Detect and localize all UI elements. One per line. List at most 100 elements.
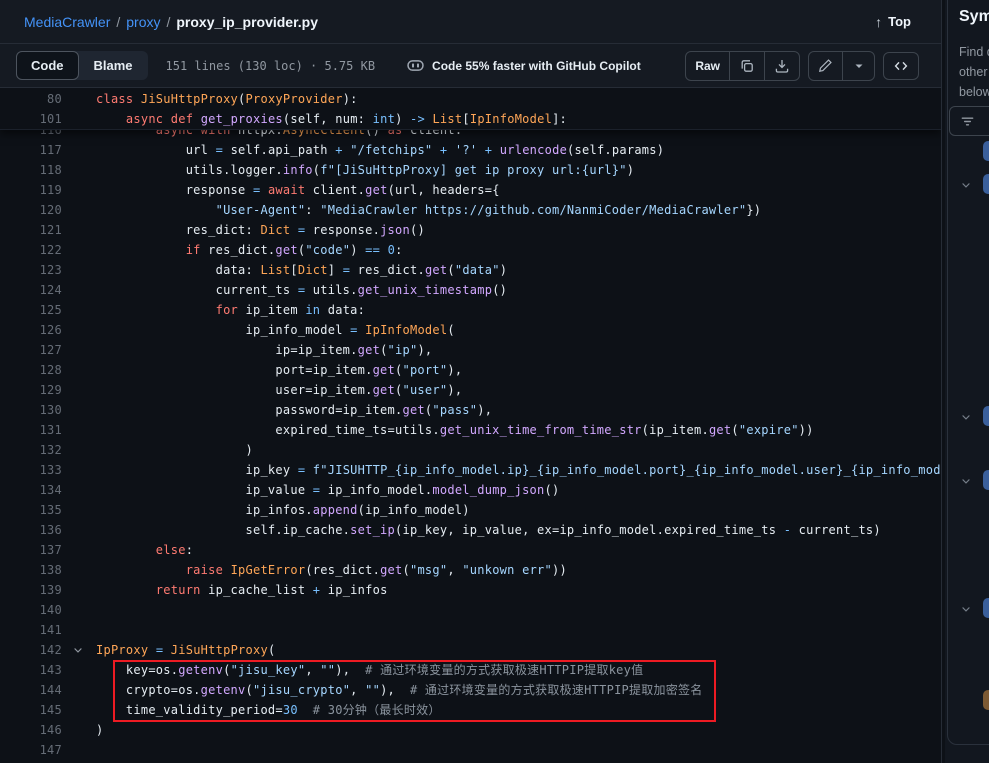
code-line: 120 "User-Agent": "MediaCrawler https://…	[0, 200, 941, 220]
code-line: 126 ip_info_model = IpInfoModel(	[0, 320, 941, 340]
line-number[interactable]: 136	[0, 520, 62, 540]
line-number[interactable]: 120	[0, 200, 62, 220]
code-line: 130 password=ip_item.get("pass"),	[0, 400, 941, 420]
symbol-kind-badge[interactable]	[983, 690, 989, 710]
code-line: 136 self.ip_cache.set_ip(ip_key, ip_valu…	[0, 520, 941, 540]
code-lines: 116 async with httpx.AsyncClient() as cl…	[0, 120, 941, 760]
chevron-down-icon[interactable]	[960, 410, 972, 428]
line-number[interactable]: 125	[0, 300, 62, 320]
line-number[interactable]: 127	[0, 340, 62, 360]
copy-raw-button[interactable]	[729, 52, 764, 80]
line-number[interactable]: 145	[0, 700, 62, 720]
code-text: utils.logger.info(f"[JiSuHttpProxy] get …	[96, 163, 634, 177]
raw-button[interactable]: Raw	[686, 52, 729, 80]
code-line: 101 async def get_proxies(self, num: int…	[0, 109, 941, 129]
sticky-scope-header: 80 class JiSuHttpProxy(ProxyProvider): 101…	[0, 88, 941, 130]
line-number[interactable]: 128	[0, 360, 62, 380]
code-symbols-icon	[893, 58, 909, 74]
edit-dropdown-button[interactable]	[842, 52, 874, 80]
line-number[interactable]: 118	[0, 160, 62, 180]
code-line: 143 key=os.getenv("jisu_key", ""), # 通过环…	[0, 660, 941, 680]
line-number[interactable]: 141	[0, 620, 62, 640]
breadcrumb-repo-link[interactable]: MediaCrawler	[24, 14, 110, 30]
line-number[interactable]: 133	[0, 460, 62, 480]
download-raw-button[interactable]	[764, 52, 799, 80]
code-line: 146)	[0, 720, 941, 740]
fold-toggle-icon[interactable]	[68, 640, 88, 660]
line-number[interactable]: 134	[0, 480, 62, 500]
line-number[interactable]: 135	[0, 500, 62, 520]
symbols-pane-toggle-button[interactable]	[883, 52, 919, 80]
line-number[interactable]: 130	[0, 400, 62, 420]
chevron-down-icon[interactable]	[960, 474, 972, 492]
code-text: user=ip_item.get("user"),	[96, 383, 462, 397]
code-line: 119 response = await client.get(url, hea…	[0, 180, 941, 200]
download-icon	[774, 58, 790, 74]
code-text: ip_info_model = IpInfoModel(	[96, 323, 455, 337]
symbol-kind-badge[interactable]	[983, 406, 989, 426]
github-file-view: MediaCrawler / proxy / proxy_ip_provider…	[0, 0, 989, 763]
breadcrumb-file-name: proxy_ip_provider.py	[176, 14, 318, 30]
breadcrumb-folder-link[interactable]: proxy	[126, 14, 160, 30]
chevron-down-icon[interactable]	[960, 602, 972, 620]
line-number[interactable]: 117	[0, 140, 62, 160]
code-text: ip_infos.append(ip_info_model)	[96, 503, 470, 517]
line-number[interactable]: 147	[0, 740, 62, 760]
code-line: 80 class JiSuHttpProxy(ProxyProvider):	[0, 89, 941, 109]
code-text: if res_dict.get("code") == 0:	[96, 243, 403, 257]
symbol-row	[945, 600, 989, 620]
code-text: url = self.api_path + "/fetchips" + '?' …	[96, 143, 664, 157]
tab-code[interactable]: Code	[16, 51, 79, 80]
copilot-icon	[407, 57, 424, 74]
line-number[interactable]: 122	[0, 240, 62, 260]
code-line: 127 ip=ip_item.get("ip"),	[0, 340, 941, 360]
filter-symbols-input[interactable]	[949, 106, 989, 136]
code-line: 135 ip_infos.append(ip_info_model)	[0, 500, 941, 520]
back-to-top-button[interactable]: ↑ Top	[875, 14, 911, 30]
line-number[interactable]: 132	[0, 440, 62, 460]
line-number[interactable]: 138	[0, 560, 62, 580]
line-number[interactable]: 119	[0, 180, 62, 200]
symbol-kind-badge[interactable]	[983, 141, 989, 161]
code-line: 140	[0, 600, 941, 620]
line-number[interactable]: 139	[0, 580, 62, 600]
chevron-down-icon[interactable]	[960, 178, 972, 196]
code-line: 147	[0, 740, 941, 760]
line-number[interactable]: 126	[0, 320, 62, 340]
line-number[interactable]: 123	[0, 260, 62, 280]
line-number[interactable]: 124	[0, 280, 62, 300]
symbol-kind-badge[interactable]	[983, 598, 989, 618]
symbol-kind-badge[interactable]	[983, 470, 989, 490]
line-number[interactable]: 121	[0, 220, 62, 240]
code-text: key=os.getenv("jisu_key", ""), # 通过环境变量的…	[96, 663, 643, 677]
code-text: class JiSuHttpProxy(ProxyProvider):	[96, 92, 358, 106]
code-text: data: List[Dict] = res_dict.get("data")	[96, 263, 507, 277]
code-line: 125 for ip_item in data:	[0, 300, 941, 320]
line-number[interactable]: 146	[0, 720, 62, 740]
caret-down-icon	[854, 61, 864, 71]
line-number[interactable]: 143	[0, 660, 62, 680]
tab-blame[interactable]: Blame	[79, 51, 148, 80]
code-line: 117 url = self.api_path + "/fetchips" + …	[0, 140, 941, 160]
code-text: response = await client.get(url, headers…	[96, 183, 500, 197]
code-text: raise IpGetError(res_dict.get("msg", "un…	[96, 563, 567, 577]
edit-file-button[interactable]	[809, 52, 842, 80]
code-text: )	[96, 723, 103, 737]
line-number[interactable]: 137	[0, 540, 62, 560]
line-number[interactable]: 131	[0, 420, 62, 440]
code-line: 124 current_ts = utils.get_unix_timestam…	[0, 280, 941, 300]
code-line: 134 ip_value = ip_info_model.model_dump_…	[0, 480, 941, 500]
line-number[interactable]: 129	[0, 380, 62, 400]
code-blame-switcher: Code Blame	[16, 51, 148, 80]
line-number[interactable]: 80	[0, 89, 62, 109]
symbol-kind-badge[interactable]	[983, 174, 989, 194]
code-line: 141	[0, 620, 941, 640]
line-number[interactable]: 140	[0, 600, 62, 620]
line-number[interactable]: 144	[0, 680, 62, 700]
file-toolbar: Code Blame 151 lines (130 loc) · 5.75 KB…	[0, 44, 941, 88]
symbols-panel-description: Find definitions and references for func…	[959, 42, 989, 102]
line-number[interactable]: 142	[0, 640, 62, 660]
line-number[interactable]: 101	[0, 109, 62, 129]
symbol-row	[945, 143, 989, 163]
copilot-banner[interactable]: Code 55% faster with GitHub Copilot	[407, 57, 641, 74]
